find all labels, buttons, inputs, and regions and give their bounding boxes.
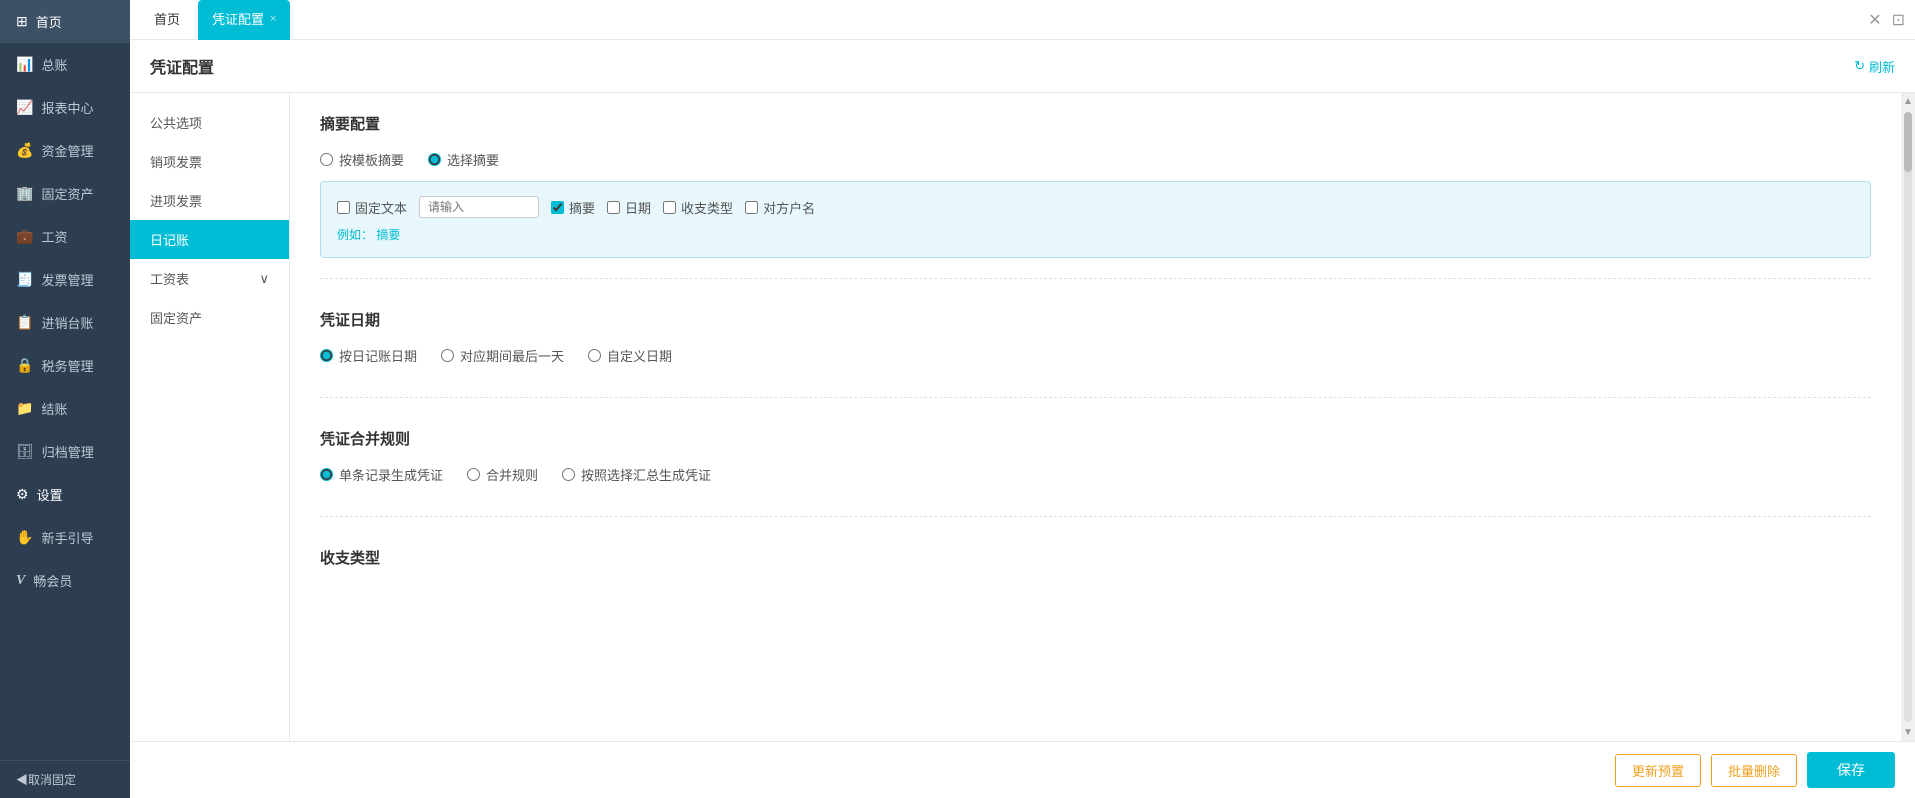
tab-voucher-config[interactable]: 凭证配置 ×: [198, 0, 290, 40]
left-nav-fixed-assets[interactable]: 固定资产: [130, 298, 289, 337]
left-nav: 公共选项 销项发票 进项发票 日记账 工资表 ∨ 固定资产: [130, 93, 290, 741]
scroll-thumb[interactable]: [1904, 112, 1912, 172]
checkbox-counterparty[interactable]: 对方户名: [745, 198, 815, 217]
sidebar: ⊞ 首页 📊 总账 📈 报表中心 💰 资金管理 🏢 固定资产 💼 工资 🧾 发票…: [0, 0, 130, 798]
summary-radio-template[interactable]: 按模板摘要: [320, 150, 404, 169]
sidebar-item-member[interactable]: V 畅会员: [0, 559, 130, 602]
date-radio-custom[interactable]: 自定义日期: [588, 346, 672, 365]
revenue-type-title: 收支类型: [320, 547, 1871, 568]
guide-icon: ✋: [16, 529, 33, 546]
pin-toggle[interactable]: ◀取消固定: [0, 760, 130, 798]
asset-icon: 🏢: [16, 185, 33, 202]
home-icon: ⊞: [16, 13, 28, 30]
summary-example: 例如： 摘要: [337, 226, 1854, 243]
fund-icon: 💰: [16, 142, 33, 159]
right-scrollbar[interactable]: ▲ ▼: [1901, 93, 1915, 741]
sidebar-item-close[interactable]: 📁 结账: [0, 387, 130, 430]
left-nav-purchase-invoice[interactable]: 进项发票: [130, 181, 289, 220]
section-merge-rules: 凭证合并规则 单条记录生成凭证 合并规则: [320, 428, 1871, 517]
left-nav-payroll[interactable]: 工资表 ∨: [130, 259, 289, 298]
sidebar-item-home[interactable]: ⊞ 首页: [0, 0, 130, 43]
section-summary: 摘要配置 按模板摘要 选择摘要: [320, 113, 1871, 279]
right-content: 摘要配置 按模板摘要 选择摘要: [290, 93, 1901, 741]
merge-radio-rule[interactable]: 合并规则: [467, 465, 538, 484]
voucher-date-radio-group: 按日记账日期 对应期间最后一天 自定义日期: [320, 346, 1871, 365]
sidebar-item-settings[interactable]: ⚙ 设置: [0, 473, 130, 516]
summary-section-title: 摘要配置: [320, 113, 1871, 134]
window-controls: ✕ ⊡: [1868, 10, 1905, 30]
date-radio-journal[interactable]: 按日记账日期: [320, 346, 417, 365]
bottom-bar: 更新预置 批量删除 保存: [130, 741, 1915, 798]
left-nav-public[interactable]: 公共选项: [130, 103, 289, 142]
summary-radio-group: 按模板摘要 选择摘要: [320, 150, 1871, 169]
merge-rules-radio-group: 单条记录生成凭证 合并规则 按照选择汇总生成凭证: [320, 465, 1871, 484]
section-voucher-date: 凭证日期 按日记账日期 对应期间最后一天: [320, 309, 1871, 398]
page-header: 凭证配置 ↻ 刷新: [130, 40, 1915, 93]
close-accounts-icon: 📁: [16, 400, 33, 417]
member-icon: V: [16, 573, 25, 589]
scroll-down-arrow[interactable]: ▼: [1900, 724, 1915, 741]
sidebar-item-asset[interactable]: 🏢 固定资产: [0, 172, 130, 215]
ledger-icon: 📊: [16, 56, 33, 73]
save-button[interactable]: 保存: [1807, 752, 1895, 788]
settings-icon: ⚙: [16, 486, 29, 503]
content-layout: 公共选项 销项发票 进项发票 日记账 工资表 ∨ 固定资产: [130, 93, 1915, 741]
checkbox-summary[interactable]: 摘要: [551, 198, 595, 217]
date-radio-period-last[interactable]: 对应期间最后一天: [441, 346, 564, 365]
tab-close-icon[interactable]: ×: [270, 13, 276, 25]
invoice-mgmt-icon: 🧾: [16, 271, 33, 288]
window-restore-icon[interactable]: ⊡: [1892, 10, 1905, 30]
payroll-expand-icon: ∨: [259, 271, 269, 287]
tab-bar: 首页 凭证配置 × ✕ ⊡: [130, 0, 1915, 40]
sidebar-item-ledger[interactable]: 📊 总账: [0, 43, 130, 86]
sidebar-item-tax[interactable]: 🔒 税务管理: [0, 344, 130, 387]
scroll-track[interactable]: [1904, 112, 1912, 722]
left-nav-journal[interactable]: 日记账: [130, 220, 289, 259]
purchase-sale-icon: 📋: [16, 314, 33, 331]
sidebar-item-guide[interactable]: ✋ 新手引导: [0, 516, 130, 559]
salary-icon: 💼: [16, 228, 33, 245]
sidebar-item-purchase-sale[interactable]: 📋 进销台账: [0, 301, 130, 344]
sidebar-item-report[interactable]: 📈 报表中心: [0, 86, 130, 129]
checkbox-fixed-text[interactable]: 固定文本: [337, 198, 407, 217]
fixed-text-input[interactable]: [419, 196, 539, 218]
refresh-icon: ↻: [1854, 58, 1865, 74]
checkbox-revenue-type[interactable]: 收支类型: [663, 198, 733, 217]
refresh-button[interactable]: ↻ 刷新: [1854, 57, 1895, 76]
summary-radio-select[interactable]: 选择摘要: [428, 150, 499, 169]
window-close-icon[interactable]: ✕: [1868, 10, 1881, 30]
merge-radio-select-summary[interactable]: 按照选择汇总生成凭证: [562, 465, 711, 484]
sidebar-item-fund[interactable]: 💰 资金管理: [0, 129, 130, 172]
left-nav-sales-invoice[interactable]: 销项发票: [130, 142, 289, 181]
section-revenue-type: 收支类型: [320, 547, 1871, 604]
page-wrapper: 凭证配置 ↻ 刷新 公共选项 销项发票 进项发票 日记账: [130, 40, 1915, 798]
report-icon: 📈: [16, 99, 33, 116]
summary-config-box: 固定文本 摘要 日期: [320, 181, 1871, 258]
update-preview-button[interactable]: 更新预置: [1615, 754, 1701, 787]
tab-home[interactable]: 首页: [140, 0, 194, 40]
batch-delete-button[interactable]: 批量删除: [1711, 754, 1797, 787]
voucher-date-title: 凭证日期: [320, 309, 1871, 330]
summary-options-row: 固定文本 摘要 日期: [337, 196, 1854, 218]
sidebar-item-salary[interactable]: 💼 工资: [0, 215, 130, 258]
page-title: 凭证配置: [150, 54, 214, 78]
checkbox-date[interactable]: 日期: [607, 198, 651, 217]
main-area: 首页 凭证配置 × ✕ ⊡ 凭证配置 ↻ 刷新 公共选项: [130, 0, 1915, 798]
merge-radio-single[interactable]: 单条记录生成凭证: [320, 465, 443, 484]
merge-rules-title: 凭证合并规则: [320, 428, 1871, 449]
archive-icon: 🗄: [16, 443, 34, 460]
sidebar-item-archive[interactable]: 🗄 归档管理: [0, 430, 130, 473]
tax-icon: 🔒: [16, 357, 33, 374]
scroll-up-arrow[interactable]: ▲: [1900, 93, 1915, 110]
sidebar-item-invoice-mgmt[interactable]: 🧾 发票管理: [0, 258, 130, 301]
